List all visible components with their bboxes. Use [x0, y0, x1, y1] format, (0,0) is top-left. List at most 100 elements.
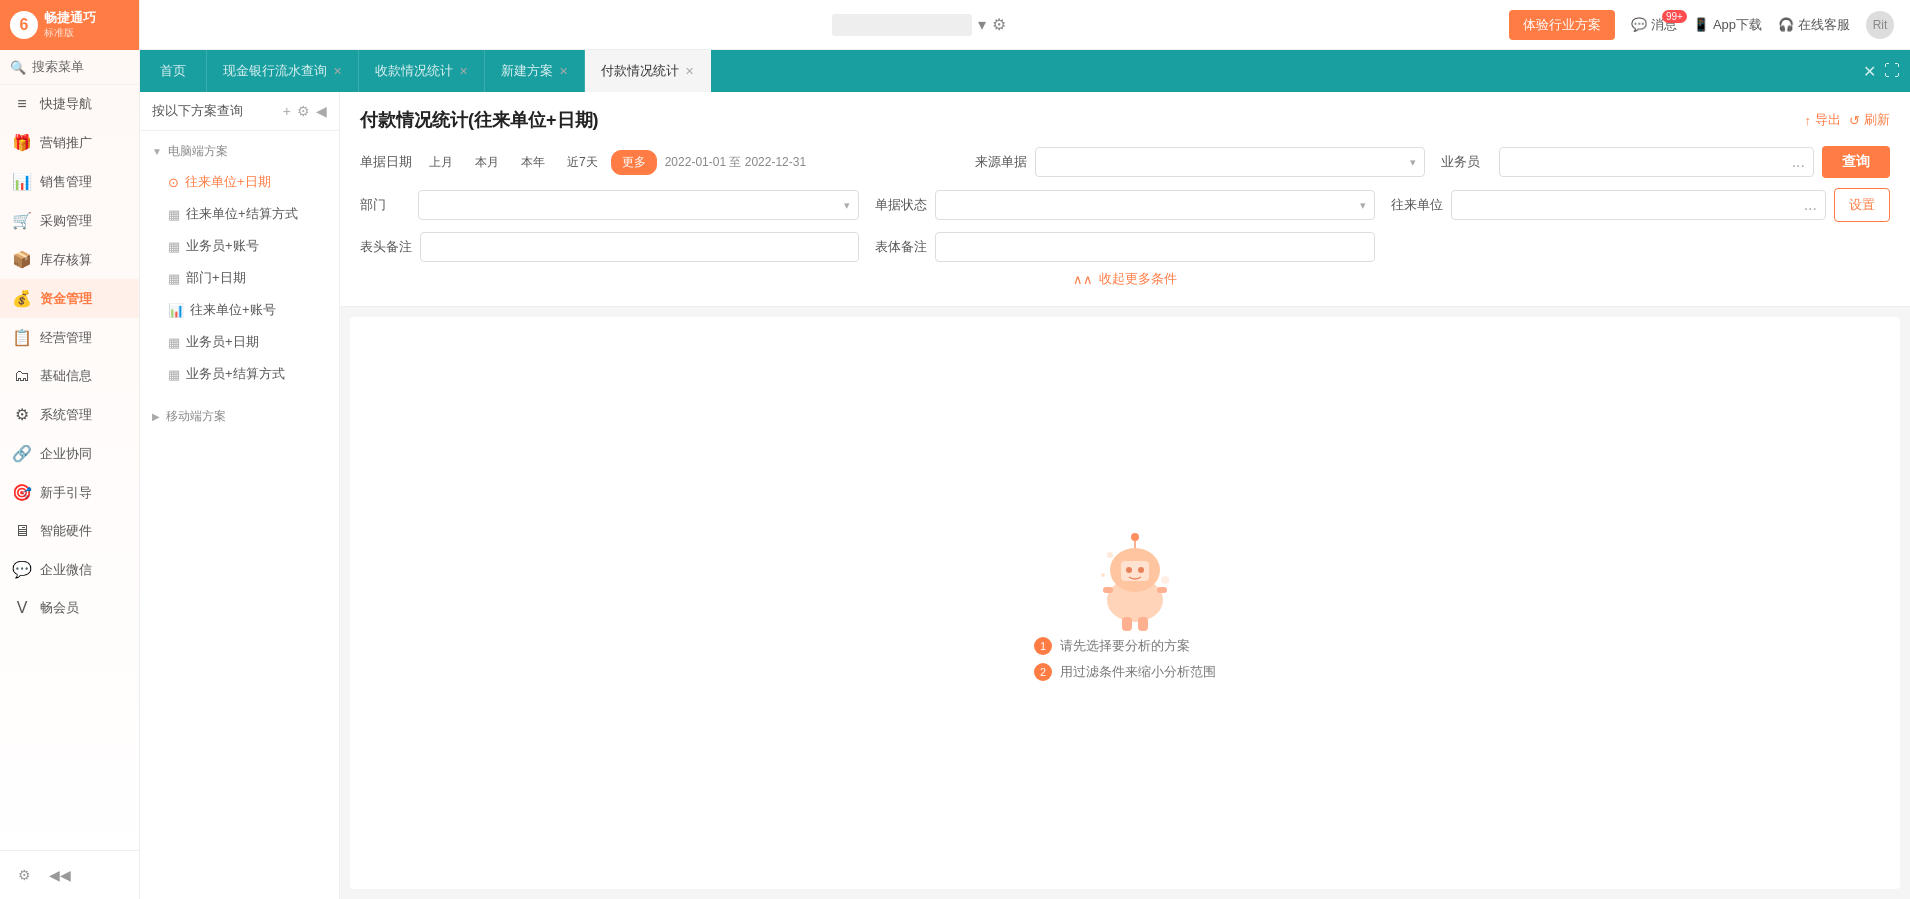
settings-gear-icon[interactable]: ⚙: [992, 15, 1006, 34]
staff-select[interactable]: ...: [1499, 147, 1814, 177]
empty-state: 1 请先选择要分析的方案 2 用过滤条件来缩小分析范围: [350, 317, 1900, 889]
filter-rows: 单据日期 上月 本月 本年 近7天 更多 2022-01-01 至 2022-1…: [360, 146, 1890, 262]
user-avatar[interactable]: Rit: [1866, 11, 1894, 39]
query-button[interactable]: 查询: [1822, 146, 1890, 178]
wechat-icon: 💬: [12, 560, 32, 579]
sidebar-item-system[interactable]: ⚙ 系统管理: [0, 395, 139, 434]
app-logo: 6 畅捷通巧 标准版: [0, 0, 139, 50]
filter-row-3: 表头备注 表体备注: [360, 232, 1890, 262]
header-note-input[interactable]: [420, 232, 859, 262]
tab-receipt[interactable]: 收款情况统计 ✕: [359, 50, 485, 92]
desktop-group-title[interactable]: ▼ 电脑端方案: [140, 137, 339, 166]
sidebar-item-sales[interactable]: 📊 销售管理: [0, 162, 139, 201]
source-select[interactable]: ▾: [1035, 147, 1424, 177]
dropdown-arrow-icon[interactable]: ▾: [978, 15, 986, 34]
group-arrow-icon: ▼: [152, 146, 162, 157]
sidebar-item-funds[interactable]: 💰 资金管理: [0, 279, 139, 318]
add-scheme-icon[interactable]: +: [283, 103, 291, 119]
sidebar-item-base[interactable]: 🗂 基础信息: [0, 357, 139, 395]
setting-button[interactable]: 设置: [1834, 188, 1890, 222]
scheme-item-dept-date[interactable]: ▦ 部门+日期: [140, 262, 339, 294]
close-all-tabs-icon[interactable]: ✕: [1863, 62, 1876, 81]
refresh-button[interactable]: ↺ 刷新: [1849, 111, 1890, 129]
sidebar-item-member[interactable]: V 畅会员: [0, 589, 139, 627]
body-note-input[interactable]: [935, 232, 1374, 262]
message-icon: 💬: [1631, 17, 1647, 32]
status-select[interactable]: ▾: [935, 190, 1374, 220]
base-icon: 🗂: [12, 367, 32, 385]
source-arrow-icon: ▾: [1410, 156, 1416, 169]
tab-cashflow[interactable]: 现金银行流水查询 ✕: [207, 50, 359, 92]
collapse-up-icon: ∧∧: [1073, 272, 1093, 287]
svg-rect-10: [1157, 587, 1167, 593]
svg-point-13: [1101, 573, 1105, 577]
operations-icon: 📋: [12, 328, 32, 347]
collapse-conditions-bar[interactable]: ∧∧ 收起更多条件: [360, 262, 1890, 296]
date-btn-this-year[interactable]: 本年: [512, 150, 554, 175]
maximize-icon[interactable]: ⛶: [1884, 62, 1900, 80]
search-menu[interactable]: 🔍 搜索菜单: [0, 50, 139, 85]
export-button[interactable]: ↑ 导出: [1805, 111, 1842, 129]
status-label: 单据状态: [875, 196, 927, 214]
sidebar-item-inventory[interactable]: 📦 库存核算: [0, 240, 139, 279]
date-btn-more[interactable]: 更多: [611, 150, 657, 175]
online-service-link[interactable]: 🎧 在线客服: [1778, 16, 1850, 34]
sidebar-item-operations[interactable]: 📋 经营管理: [0, 318, 139, 357]
scheme-item-staff-date[interactable]: ▦ 业务员+日期: [140, 326, 339, 358]
collapse-sidebar-icon[interactable]: ◀◀: [46, 861, 74, 889]
scheme-grid-icon-3: ▦: [168, 271, 180, 286]
scheme-item-unit-account[interactable]: 📊 往来单位+账号: [140, 294, 339, 326]
scheme-settings-icon[interactable]: ⚙: [297, 103, 310, 119]
filter-title-row: 付款情况统计(往来单位+日期) ↑ 导出 ↺ 刷新: [360, 108, 1890, 132]
sidebar-item-guide[interactable]: 🎯 新手引导: [0, 473, 139, 512]
staff-dots-icon: ...: [1792, 153, 1805, 171]
tab-home[interactable]: 首页: [140, 50, 207, 92]
scheme-panel: 按以下方案查询 + ⚙ ◀ ▼ 电脑端方案 ⊙ 往来单位+日期 ▦: [140, 92, 340, 899]
mobile-group-title[interactable]: ▶ 移动端方案: [140, 402, 339, 431]
scheme-header-icons: + ⚙ ◀: [283, 103, 327, 119]
scheme-radio-icon: ⊙: [168, 175, 179, 190]
tab-close-cashflow[interactable]: ✕: [333, 65, 342, 78]
content-area: 按以下方案查询 + ⚙ ◀ ▼ 电脑端方案 ⊙ 往来单位+日期 ▦: [140, 92, 1910, 899]
sidebar-item-purchase[interactable]: 🛒 采购管理: [0, 201, 139, 240]
dept-select[interactable]: ▾: [418, 190, 859, 220]
sidebar-item-marketing[interactable]: 🎁 营销推广: [0, 123, 139, 162]
message-badge[interactable]: 💬 消息 99+: [1631, 16, 1677, 34]
scheme-item-unit-settle[interactable]: ▦ 往来单位+结算方式: [140, 198, 339, 230]
body-note-field: 表体备注: [875, 232, 1374, 262]
date-btn-this-month[interactable]: 本月: [466, 150, 508, 175]
tab-close-new-plan[interactable]: ✕: [559, 65, 568, 78]
body-note-label: 表体备注: [875, 238, 927, 256]
date-btn-last-month[interactable]: 上月: [420, 150, 462, 175]
tab-close-payment[interactable]: ✕: [685, 65, 694, 78]
filter-top: 付款情况统计(往来单位+日期) ↑ 导出 ↺ 刷新: [340, 92, 1910, 307]
tab-close-receipt[interactable]: ✕: [459, 65, 468, 78]
sidebar-item-wechat[interactable]: 💬 企业微信: [0, 550, 139, 589]
source-field: 来源单据 ▾: [975, 147, 1424, 177]
logo-icon: 6: [10, 11, 38, 39]
app-icon: 📱: [1693, 17, 1709, 32]
sidebar-item-enterprise[interactable]: 🔗 企业协同: [0, 434, 139, 473]
header-note-label: 表头备注: [360, 238, 412, 256]
tab-new-plan[interactable]: 新建方案 ✕: [485, 50, 585, 92]
tabbar-controls: ✕ ⛶: [1853, 50, 1910, 92]
empty-illustration: [1075, 525, 1175, 625]
sidebar-item-hardware[interactable]: 🖥 智能硬件: [0, 512, 139, 550]
settings-bottom-icon[interactable]: ⚙: [10, 861, 38, 889]
date-btn-last-7-days[interactable]: 近7天: [558, 150, 607, 175]
sidebar-item-nav[interactable]: ≡ 快捷导航: [0, 85, 139, 123]
trial-industry-button[interactable]: 体验行业方案: [1509, 10, 1615, 40]
svg-rect-9: [1103, 587, 1113, 593]
scheme-item-unit-date[interactable]: ⊙ 往来单位+日期: [140, 166, 339, 198]
scheme-grid-icon-2: ▦: [168, 239, 180, 254]
tab-payment[interactable]: 付款情况统计 ✕: [585, 50, 711, 92]
scheme-header: 按以下方案查询 + ⚙ ◀: [140, 92, 339, 131]
scheme-item-staff-settle[interactable]: ▦ 业务员+结算方式: [140, 358, 339, 390]
marketing-icon: 🎁: [12, 133, 32, 152]
status-field: 单据状态 ▾: [875, 190, 1374, 220]
app-download-link[interactable]: 📱 App下载: [1693, 16, 1762, 34]
scheme-item-staff-account[interactable]: ▦ 业务员+账号: [140, 230, 339, 262]
unit-select[interactable]: ...: [1451, 190, 1826, 220]
collapse-scheme-icon[interactable]: ◀: [316, 103, 327, 119]
sidebar-bottom: ⚙ ◀◀: [0, 850, 139, 899]
